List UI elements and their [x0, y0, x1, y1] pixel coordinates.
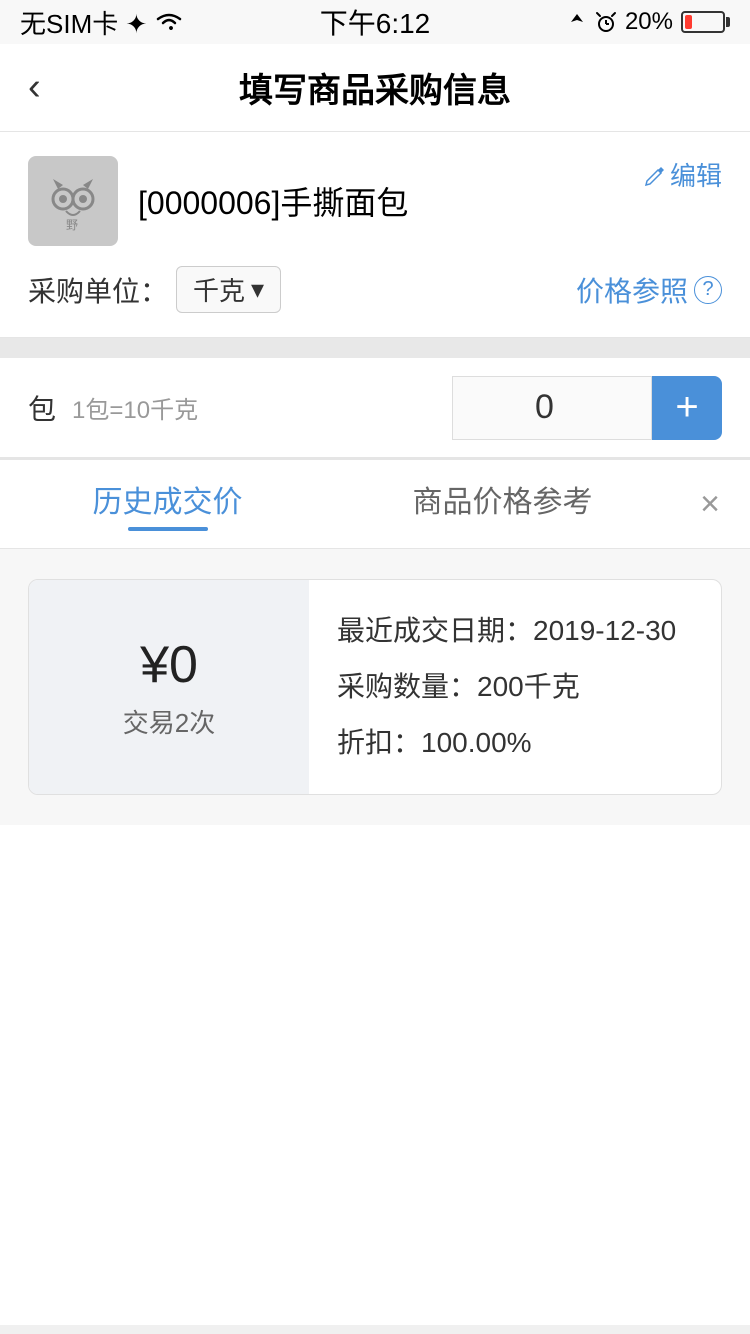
svg-text:野: 野 [66, 218, 78, 231]
tab-close-button[interactable]: × [670, 460, 750, 548]
unit-label: 采购单位： 千克 ▾ [28, 266, 281, 313]
edit-label: 编辑 [670, 156, 722, 193]
history-card-left: ¥0 交易2次 [29, 580, 309, 794]
product-thumbnail: 野 [28, 156, 118, 246]
divider [0, 338, 750, 358]
battery-percent: 20% [625, 8, 673, 36]
unit-arrow-icon: ▾ [251, 274, 264, 305]
status-bar: 无SIM卡 ✦ 下午6:12 20% [0, 0, 750, 44]
edit-icon [644, 164, 666, 186]
tab-product-price[interactable]: 商品价格参考 [335, 460, 670, 548]
price-ref-label: 价格参照 [576, 270, 688, 310]
price-ref-help-icon: ? [694, 276, 722, 304]
quantity-plus-button[interactable]: + [652, 376, 722, 440]
product-header: 野 [0000006]手撕面包 编辑 [28, 156, 722, 246]
carrier-text: 无SIM卡 ✦ [20, 4, 147, 41]
bottom-panel: 历史成交价 商品价格参考 × ¥0 交易2次 最近成交日期：2019-12-30… [0, 458, 750, 1325]
status-right: 20% [567, 8, 730, 36]
history-discount-label: 折扣： [337, 727, 421, 758]
history-card-right: 最近成交日期：2019-12-30 采购数量：200千克 折扣：100.00% [309, 580, 721, 794]
back-button[interactable]: ‹ [28, 66, 41, 109]
status-time: 下午6:12 [320, 2, 431, 42]
qty-unit-label: 包 [28, 388, 56, 428]
page-title: 填写商品采购信息 [239, 63, 511, 112]
alarm-icon [595, 11, 617, 33]
tabs: 历史成交价 商品价格参考 × [0, 460, 750, 549]
qty-controls: + [452, 376, 722, 440]
history-qty-label: 采购数量： [337, 671, 477, 702]
product-logo-icon: 野 [38, 171, 108, 231]
product-meta: 采购单位： 千克 ▾ 价格参照 ? [28, 266, 722, 313]
history-count: 交易2次 [123, 703, 215, 740]
unit-label-text: 采购单位： [28, 270, 168, 310]
product-card: 野 [0000006]手撕面包 编辑 采购单位： 千克 ▾ 价格参照 ? [0, 132, 750, 338]
tab-underline [128, 527, 208, 531]
history-price: ¥0 [140, 635, 198, 695]
product-name: [0000006]手撕面包 [138, 178, 408, 224]
tab-history-price[interactable]: 历史成交价 [0, 460, 335, 548]
history-date-label: 最近成交日期： [337, 615, 533, 646]
nav-bar: ‹ 填写商品采购信息 [0, 44, 750, 132]
unit-select[interactable]: 千克 ▾ [176, 266, 281, 313]
history-qty: 采购数量：200千克 [337, 666, 693, 708]
history-date-value: 2019-12-30 [533, 615, 676, 646]
history-discount-value: 100.00% [421, 727, 532, 758]
unit-value: 千克 [193, 271, 245, 308]
tab-history-label: 历史成交价 [93, 477, 243, 521]
white-area [0, 825, 750, 1325]
edit-button[interactable]: 编辑 [644, 156, 722, 193]
wifi-icon [155, 12, 183, 32]
tab-product-label: 商品价格参考 [413, 477, 593, 521]
battery-icon [681, 11, 730, 33]
qty-label: 包 1包=10千克 [28, 388, 198, 428]
qty-unit-note: 1包=10千克 [72, 390, 198, 425]
quantity-row: 包 1包=10千克 + [0, 358, 750, 458]
history-date: 最近成交日期：2019-12-30 [337, 610, 693, 652]
quantity-input[interactable] [452, 376, 652, 440]
history-discount: 折扣：100.00% [337, 722, 693, 764]
history-qty-value: 200千克 [477, 671, 580, 702]
status-carrier: 无SIM卡 ✦ [20, 4, 183, 41]
history-card: ¥0 交易2次 最近成交日期：2019-12-30 采购数量：200千克 折扣：… [28, 579, 722, 795]
product-left: 野 [0000006]手撕面包 [28, 156, 408, 246]
location-icon [567, 12, 587, 32]
price-ref-button[interactable]: 价格参照 ? [576, 270, 722, 310]
